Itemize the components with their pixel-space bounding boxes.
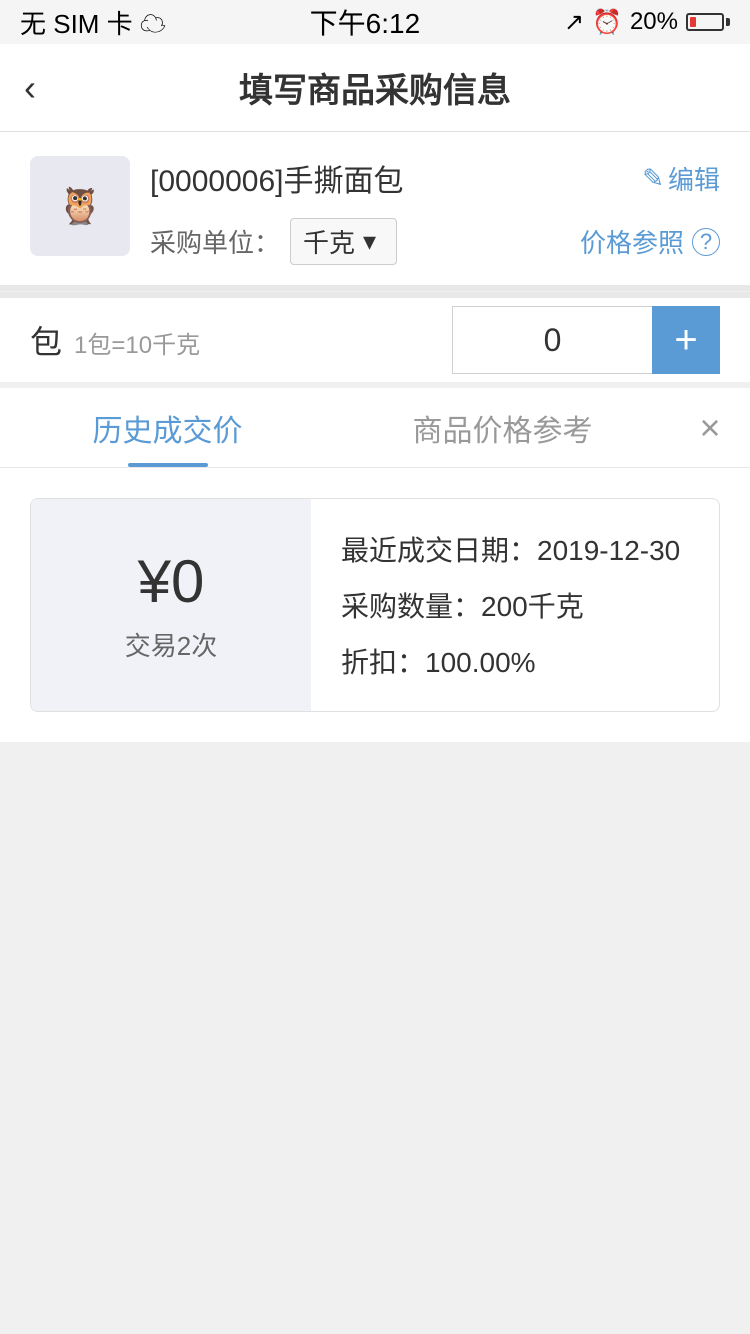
nav-bar: ‹ 填写商品采购信息 xyxy=(0,44,750,132)
status-bar: 无 SIM 卡 ☁ 下午6:12 ↗ ⏰ 20% xyxy=(0,0,750,44)
history-times: 交易2次 xyxy=(125,626,217,663)
edit-button[interactable]: ✎ 编辑 xyxy=(642,160,720,197)
product-logo-icon: 🦉 xyxy=(58,185,103,227)
tabs-close-button[interactable]: × xyxy=(670,407,750,449)
tab-history-label: 历史成交价 xyxy=(93,406,243,450)
unit-label: 采购单位： 千克 ▾ xyxy=(150,218,397,265)
quantity-input[interactable] xyxy=(452,306,652,374)
quantity-input-group: + xyxy=(452,306,720,374)
tabs-section: 历史成交价 商品价格参考 × ¥0 交易2次 xyxy=(0,388,750,742)
product-card: 🦉 [0000006]手撕面包 ✎ 编辑 采购单位： 千克 ▾ xyxy=(0,132,750,285)
unit-label-text: 采购单位： xyxy=(150,223,280,260)
quantity-row-detail: 采购数量：200千克 xyxy=(341,585,689,625)
price-number: 0 xyxy=(171,548,204,615)
product-thumbnail: 🦉 xyxy=(30,156,130,256)
history-content: ¥0 交易2次 最近成交日期：2019-12-30 采购数量：200千克 折扣：… xyxy=(0,468,750,742)
alarm-icon: ⏰ xyxy=(592,8,622,37)
plus-icon: + xyxy=(674,320,697,360)
discount-row: 折扣：100.00% xyxy=(341,641,689,681)
product-name: [0000006]手撕面包 xyxy=(150,156,403,200)
quantity-plus-button[interactable]: + xyxy=(652,306,720,374)
page-title: 填写商品采购信息 xyxy=(239,63,511,112)
recent-date-value: 2019-12-30 xyxy=(537,535,680,566)
quantity-detail-label: 采购数量： xyxy=(341,591,481,622)
price-reference-button[interactable]: 价格参照 ? xyxy=(580,223,720,260)
product-info: [0000006]手撕面包 ✎ 编辑 采购单位： 千克 ▾ xyxy=(150,156,720,265)
price-ref-label: 价格参照 xyxy=(580,223,684,260)
currency-symbol: ¥ xyxy=(138,548,171,615)
navigation-icon: ↗ xyxy=(564,8,584,37)
history-price-value: ¥0 xyxy=(138,547,205,616)
history-card: ¥0 交易2次 最近成交日期：2019-12-30 采购数量：200千克 折扣：… xyxy=(30,498,720,712)
history-price-panel: ¥0 交易2次 xyxy=(31,499,311,711)
edit-icon: ✎ xyxy=(642,163,664,194)
help-icon: ? xyxy=(692,228,720,256)
quantity-row: 包 1包=10千克 + xyxy=(0,292,750,382)
tab-product-price-ref[interactable]: 商品价格参考 xyxy=(335,388,670,467)
edit-label: 编辑 xyxy=(668,160,720,197)
status-right: ↗ ⏰ 20% xyxy=(564,8,730,37)
recent-date-row: 最近成交日期：2019-12-30 xyxy=(341,529,689,569)
unit-chevron-icon: ▾ xyxy=(363,226,376,257)
discount-value: 100.00% xyxy=(425,647,536,678)
battery-percent: 20% xyxy=(630,8,678,36)
sim-status: 无 SIM 卡 ☁ xyxy=(20,4,166,41)
unit-select[interactable]: 千克 ▾ xyxy=(290,218,397,265)
content-area: 🦉 [0000006]手撕面包 ✎ 编辑 采购单位： 千克 ▾ xyxy=(0,132,750,742)
close-icon: × xyxy=(699,407,720,449)
unit-value: 千克 xyxy=(303,223,355,260)
discount-label: 折扣： xyxy=(341,647,425,678)
section-divider xyxy=(0,285,750,291)
battery-icon xyxy=(686,13,730,31)
recent-date-label: 最近成交日期： xyxy=(341,535,537,566)
back-button[interactable]: ‹ xyxy=(24,67,36,109)
history-details-panel: 最近成交日期：2019-12-30 采购数量：200千克 折扣：100.00% xyxy=(311,499,719,711)
quantity-detail-value: 200千克 xyxy=(481,591,584,622)
quantity-convert: 1包=10千克 xyxy=(74,325,200,360)
status-left: 无 SIM 卡 ☁ xyxy=(20,4,166,41)
status-time: 下午6:12 xyxy=(310,2,421,42)
tab-price-ref-label: 商品价格参考 xyxy=(413,406,593,450)
quantity-label: 包 1包=10千克 xyxy=(30,317,200,363)
tab-active-indicator xyxy=(128,463,208,467)
tabs-header: 历史成交价 商品价格参考 × xyxy=(0,388,750,468)
tab-history-price[interactable]: 历史成交价 xyxy=(0,388,335,467)
quantity-unit: 包 xyxy=(30,317,62,363)
